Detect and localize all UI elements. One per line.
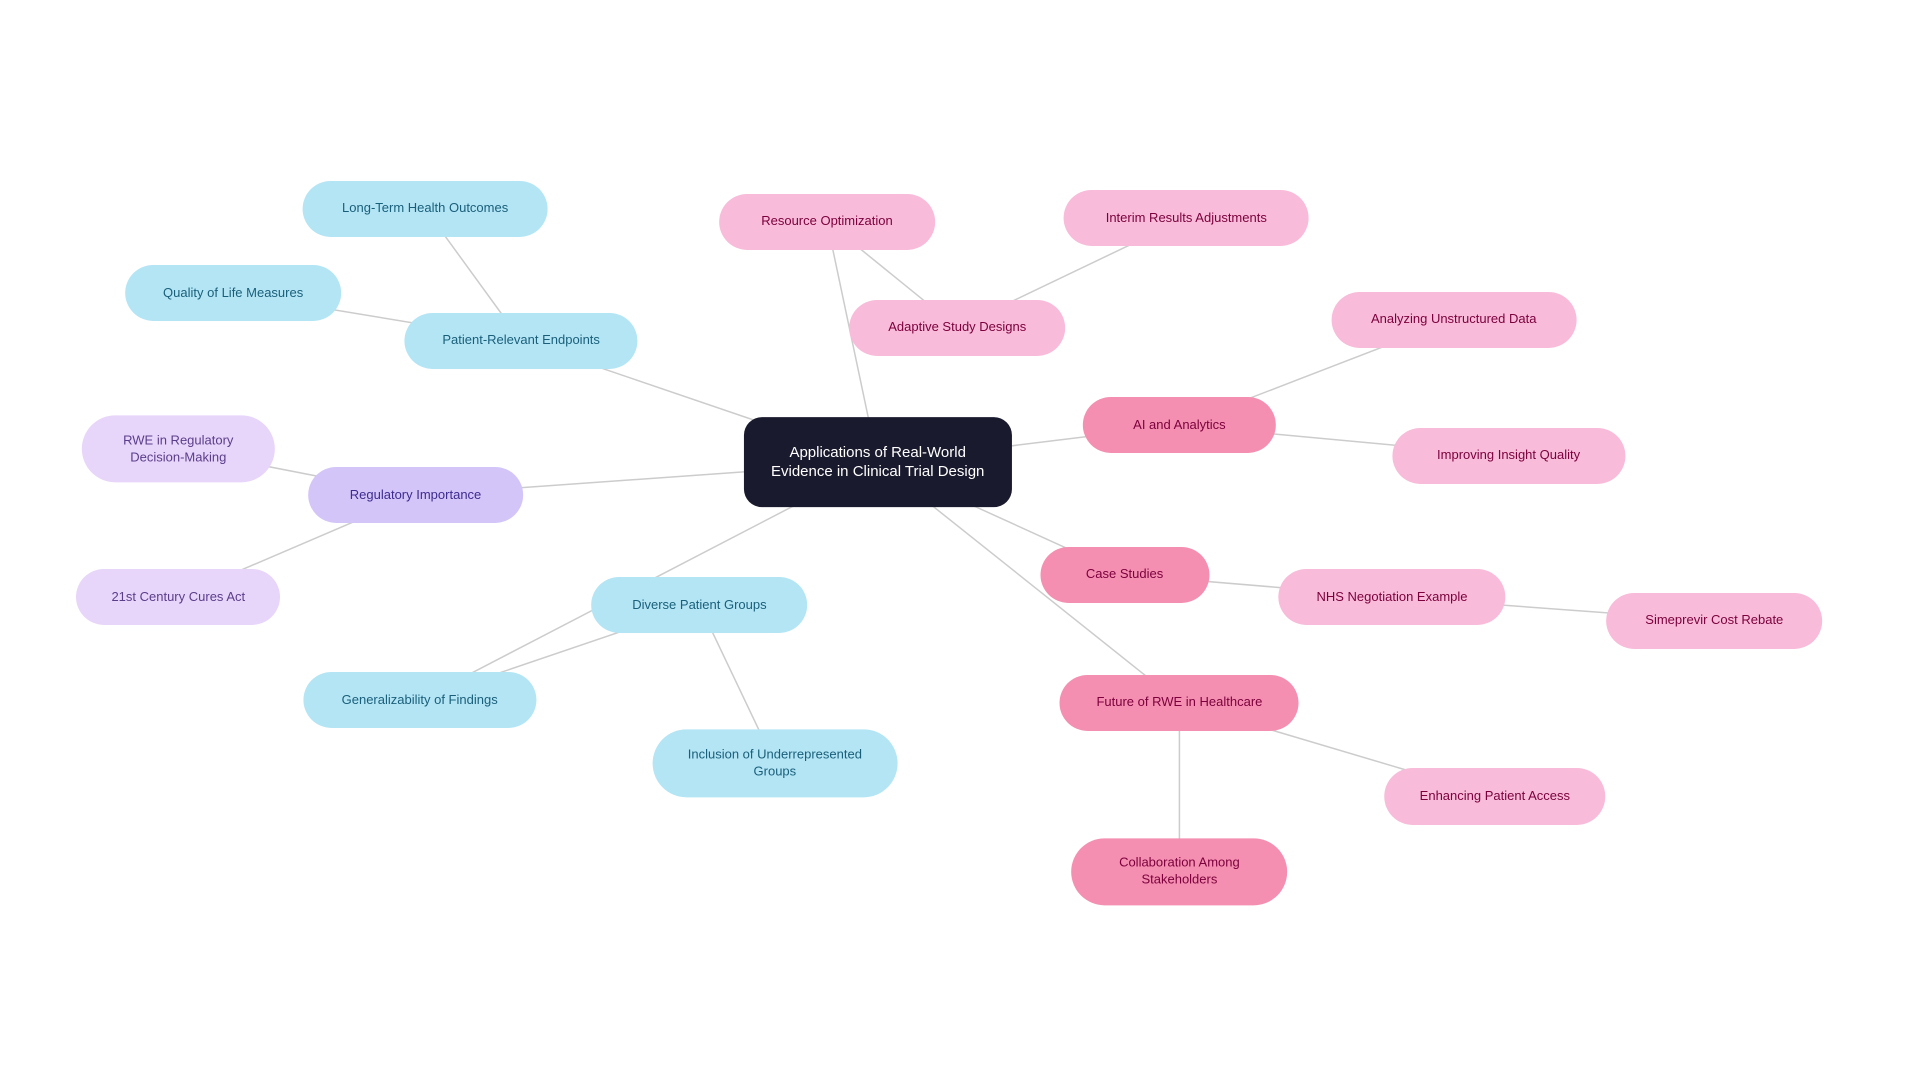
node-enhancing_access[interactable]: Enhancing Patient Access bbox=[1384, 768, 1605, 824]
node-long_term[interactable]: Long-Term Health Outcomes bbox=[303, 181, 548, 237]
node-resource_opt[interactable]: Resource Optimization bbox=[719, 194, 935, 250]
node-interim_results[interactable]: Interim Results Adjustments bbox=[1064, 190, 1309, 246]
node-ai_analytics[interactable]: AI and Analytics bbox=[1083, 397, 1275, 453]
mindmap-container: Applications of Real-World Evidence in C… bbox=[0, 0, 1920, 1083]
node-underrepresented[interactable]: Inclusion of Underrepresented Groups bbox=[652, 730, 897, 797]
node-collaboration[interactable]: Collaboration Among Stakeholders bbox=[1072, 838, 1288, 905]
node-regulatory[interactable]: Regulatory Importance bbox=[308, 467, 524, 523]
node-future_rwe[interactable]: Future of RWE in Healthcare bbox=[1060, 675, 1299, 731]
node-simeprevir[interactable]: Simeprevir Cost Rebate bbox=[1606, 593, 1822, 649]
node-unstructured[interactable]: Analyzing Unstructured Data bbox=[1331, 292, 1576, 348]
node-cures_act[interactable]: 21st Century Cures Act bbox=[76, 569, 280, 625]
node-case_studies[interactable]: Case Studies bbox=[1040, 546, 1209, 602]
node-patient_endpoints[interactable]: Patient-Relevant Endpoints bbox=[405, 313, 638, 369]
node-adaptive[interactable]: Adaptive Study Designs bbox=[849, 299, 1065, 355]
node-quality_life[interactable]: Quality of Life Measures bbox=[125, 265, 341, 321]
node-center[interactable]: Applications of Real-World Evidence in C… bbox=[744, 417, 1012, 507]
node-generalizability[interactable]: Generalizability of Findings bbox=[303, 672, 536, 728]
node-improving_insight[interactable]: Improving Insight Quality bbox=[1392, 428, 1625, 484]
node-nhs[interactable]: NHS Negotiation Example bbox=[1278, 569, 1505, 625]
node-diverse_patients[interactable]: Diverse Patient Groups bbox=[592, 577, 808, 633]
node-rwe_regulatory[interactable]: RWE in Regulatory Decision-Making bbox=[82, 415, 274, 482]
connections-svg bbox=[0, 0, 1920, 1083]
